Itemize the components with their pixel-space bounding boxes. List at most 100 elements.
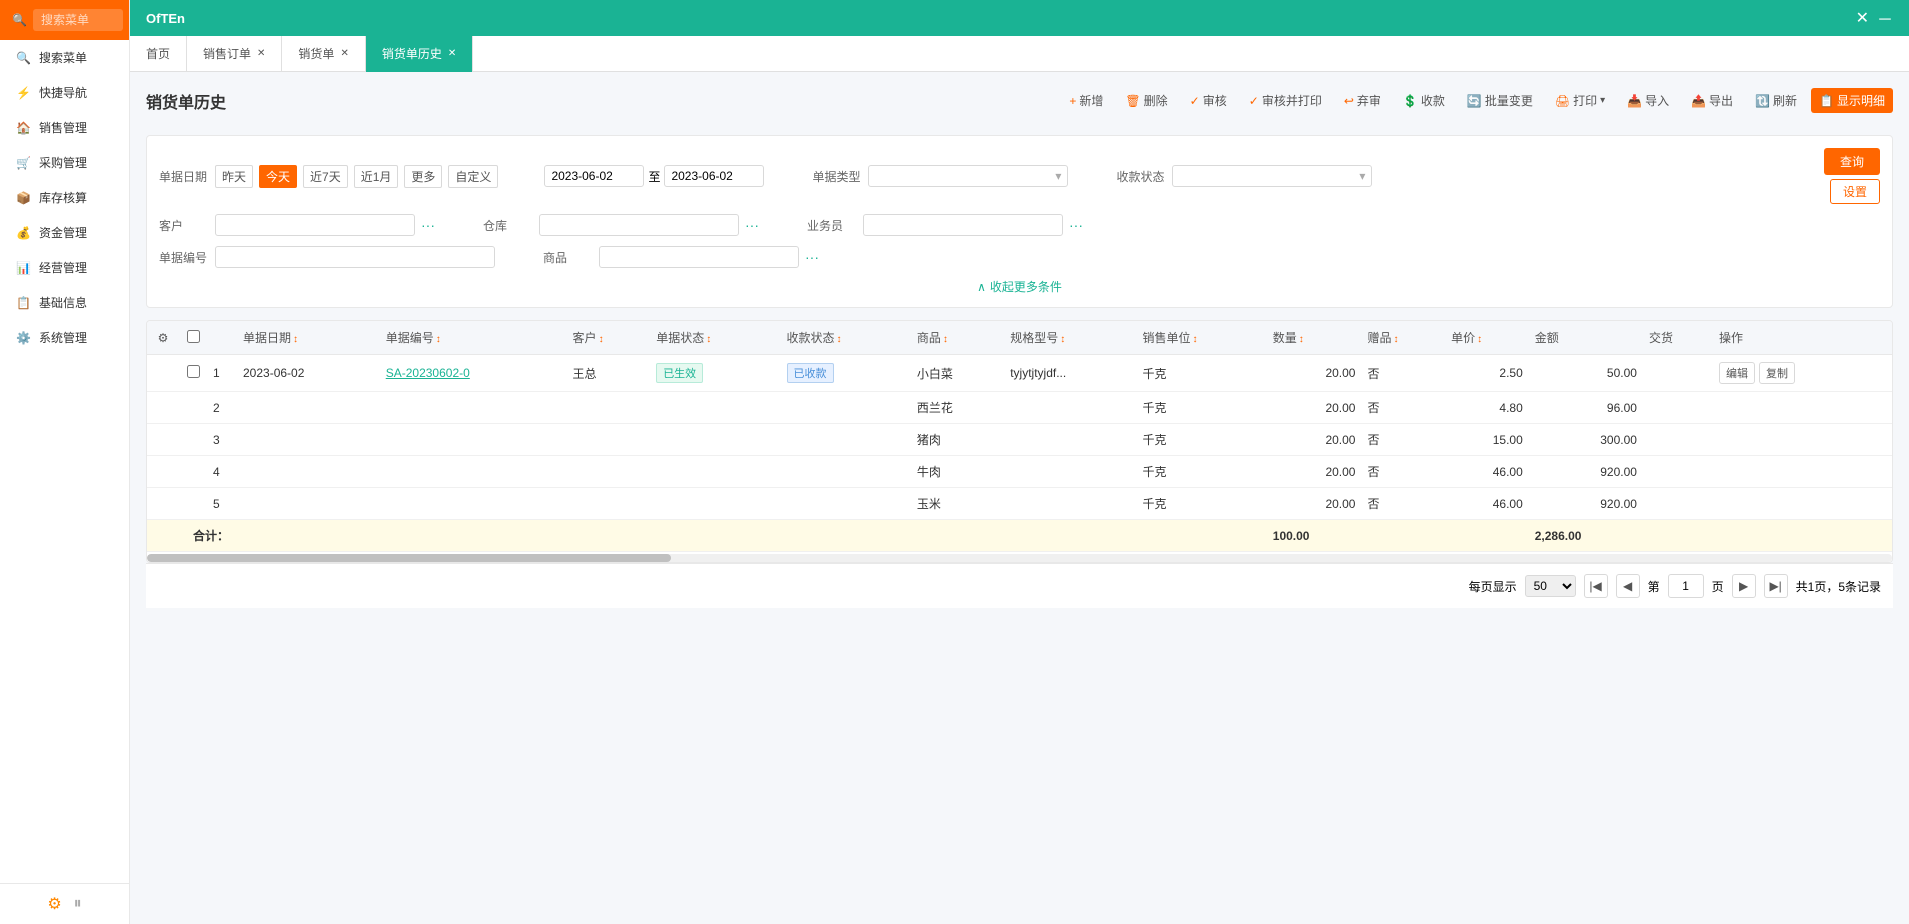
close-btn[interactable]: ✕ bbox=[1856, 8, 1869, 28]
col-gift[interactable]: 赠品↕ bbox=[1361, 321, 1445, 355]
salesperson-input[interactable] bbox=[863, 214, 1063, 236]
col-unit[interactable]: 销售单位↕ bbox=[1136, 321, 1266, 355]
col-qty[interactable]: 数量↕ bbox=[1267, 321, 1362, 355]
sidebar-item-operations[interactable]: 📊 经营管理 bbox=[0, 250, 129, 285]
row-doc-no[interactable] bbox=[380, 488, 567, 520]
sidebar-item-search[interactable]: 🔍 搜索菜单 bbox=[0, 40, 129, 75]
date-to-input[interactable] bbox=[664, 165, 764, 187]
warehouse-ellipsis-btn[interactable]: ··· bbox=[745, 217, 759, 233]
refresh-button[interactable]: 🔃 刷新 bbox=[1747, 88, 1805, 113]
customer-input[interactable] bbox=[215, 214, 415, 236]
tab-sales-history[interactable]: 销货单历史 ✕ bbox=[366, 36, 473, 72]
sidebar-item-basic-info[interactable]: 📋 基础信息 bbox=[0, 285, 129, 320]
minimize-btn[interactable]: － bbox=[1877, 6, 1893, 30]
search-input[interactable] bbox=[33, 9, 123, 31]
date-btn-today[interactable]: 今天 bbox=[259, 165, 297, 188]
prev-page-btn[interactable]: ◀ bbox=[1616, 574, 1640, 598]
tab-home[interactable]: 首页 bbox=[130, 36, 187, 72]
sidebar-bottom-icon1[interactable]: ⚙ bbox=[47, 894, 61, 914]
tab-sales-order-close[interactable]: ✕ bbox=[257, 48, 265, 59]
col-doc-no[interactable]: 单据编号↕ bbox=[380, 321, 567, 355]
col-settings[interactable]: ⚙ bbox=[147, 321, 179, 355]
sidebar-item-finance[interactable]: 💰 资金管理 bbox=[0, 215, 129, 250]
row-checkbox[interactable] bbox=[179, 355, 207, 392]
tab-sales-delivery[interactable]: 销货单 ✕ bbox=[282, 36, 365, 72]
row-doc-no[interactable] bbox=[380, 456, 567, 488]
batch-change-button[interactable]: 🔄 批量变更 bbox=[1459, 88, 1541, 113]
edit-button[interactable]: 编辑 bbox=[1719, 362, 1755, 384]
select-all-checkbox[interactable] bbox=[187, 330, 200, 343]
review-print-button[interactable]: ✓ 审核并打印 bbox=[1241, 88, 1330, 113]
export-button[interactable]: 📤 导出 bbox=[1683, 88, 1741, 113]
first-page-btn[interactable]: |◀ bbox=[1584, 574, 1608, 598]
date-from-input[interactable] bbox=[544, 165, 644, 187]
per-page-select[interactable]: 50 100 200 bbox=[1525, 575, 1576, 597]
row-checkbox[interactable] bbox=[179, 456, 207, 488]
row-amount: 920.00 bbox=[1529, 488, 1643, 520]
row-checkbox[interactable] bbox=[179, 392, 207, 424]
col-doc-status[interactable]: 单据状态↕ bbox=[650, 321, 780, 355]
date-btn-yesterday[interactable]: 昨天 bbox=[215, 165, 253, 188]
row-qty: 20.00 bbox=[1267, 355, 1362, 392]
delete-button[interactable]: 🗑 删除 bbox=[1117, 88, 1175, 113]
toolbar: + 新增 🗑 删除 ✓ 审核 ✓ 审核并打印 ↩ 弃审 bbox=[1061, 88, 1893, 113]
salesperson-ellipsis-btn[interactable]: ··· bbox=[1069, 217, 1083, 233]
sidebar-item-inventory[interactable]: 📦 库存核算 bbox=[0, 180, 129, 215]
date-btn-1month[interactable]: 近1月 bbox=[354, 165, 399, 188]
row-doc-no[interactable]: SA-20230602-0 bbox=[380, 355, 567, 392]
filter-collect-status: 收款状态 ▾ bbox=[1116, 165, 1372, 187]
horizontal-scrollbar[interactable] bbox=[147, 554, 1892, 562]
row-price: 46.00 bbox=[1445, 488, 1529, 520]
scrollbar-thumb[interactable] bbox=[147, 554, 671, 562]
review-button[interactable]: ✓ 审核 bbox=[1182, 88, 1235, 113]
col-spec[interactable]: 规格型号↕ bbox=[1004, 321, 1136, 355]
query-button[interactable]: 查询 bbox=[1824, 148, 1880, 175]
last-page-btn[interactable]: ▶| bbox=[1764, 574, 1788, 598]
row-price: 2.50 bbox=[1445, 355, 1529, 392]
abandon-button[interactable]: ↩ 弃审 bbox=[1336, 88, 1389, 113]
customer-ellipsis-btn[interactable]: ··· bbox=[421, 217, 435, 233]
sidebar-item-purchase[interactable]: 🛒 采购管理 bbox=[0, 145, 129, 180]
collect-status-input[interactable] bbox=[1179, 169, 1359, 183]
row-settings bbox=[147, 392, 179, 424]
new-icon: + bbox=[1069, 94, 1076, 108]
collapse-btn[interactable]: ∧ 收起更多条件 bbox=[159, 278, 1880, 295]
col-collect-status[interactable]: 收款状态↕ bbox=[781, 321, 911, 355]
row-transaction bbox=[1643, 456, 1713, 488]
doc-type-input[interactable] bbox=[875, 169, 1055, 183]
date-btn-7days[interactable]: 近7天 bbox=[303, 165, 348, 188]
copy-button[interactable]: 复制 bbox=[1759, 362, 1795, 384]
row-checkbox[interactable] bbox=[179, 488, 207, 520]
sidebar-item-sales[interactable]: 🏠 销售管理 bbox=[0, 110, 129, 145]
sidebar-item-system[interactable]: ⚙️ 系统管理 bbox=[0, 320, 129, 355]
col-checkbox[interactable] bbox=[179, 321, 207, 355]
sidebar-item-quick-nav[interactable]: ⚡ 快捷导航 bbox=[0, 75, 129, 110]
col-goods[interactable]: 商品↕ bbox=[911, 321, 1004, 355]
tab-sales-order[interactable]: 销售订单 ✕ bbox=[187, 36, 282, 72]
import-button[interactable]: 📥 导入 bbox=[1619, 88, 1677, 113]
date-btn-more[interactable]: 更多 bbox=[404, 165, 442, 188]
delete-icon: 🗑 bbox=[1125, 94, 1140, 108]
print-button[interactable]: 🖨 打印 ▾ bbox=[1547, 88, 1613, 113]
col-price[interactable]: 单价↕ bbox=[1445, 321, 1529, 355]
settings-button[interactable]: 设置 bbox=[1830, 179, 1880, 204]
page-number-input[interactable] bbox=[1668, 574, 1704, 598]
new-button[interactable]: + 新增 bbox=[1061, 88, 1111, 113]
col-doc-date[interactable]: 单据日期↕ bbox=[237, 321, 380, 355]
tab-sales-history-close[interactable]: ✕ bbox=[448, 48, 456, 59]
row-checkbox[interactable] bbox=[179, 424, 207, 456]
row-doc-no[interactable] bbox=[380, 424, 567, 456]
row-doc-no[interactable] bbox=[380, 392, 567, 424]
goods-input[interactable] bbox=[599, 246, 799, 268]
collect-button[interactable]: 💲 收款 bbox=[1395, 88, 1453, 113]
col-customer[interactable]: 客户↕ bbox=[567, 321, 651, 355]
tab-sales-delivery-close[interactable]: ✕ bbox=[340, 48, 348, 59]
sidebar-bottom-icon2[interactable]: ⏸ bbox=[74, 895, 82, 913]
next-page-btn[interactable]: ▶ bbox=[1732, 574, 1756, 598]
warehouse-input[interactable] bbox=[539, 214, 739, 236]
goods-ellipsis-btn[interactable]: ··· bbox=[805, 249, 819, 265]
row-doc-status: 已生效 bbox=[650, 355, 780, 392]
show-detail-button[interactable]: 📋 显示明细 bbox=[1811, 88, 1893, 113]
date-btn-custom[interactable]: 自定义 bbox=[448, 165, 498, 188]
doc-no-input[interactable] bbox=[215, 246, 495, 268]
